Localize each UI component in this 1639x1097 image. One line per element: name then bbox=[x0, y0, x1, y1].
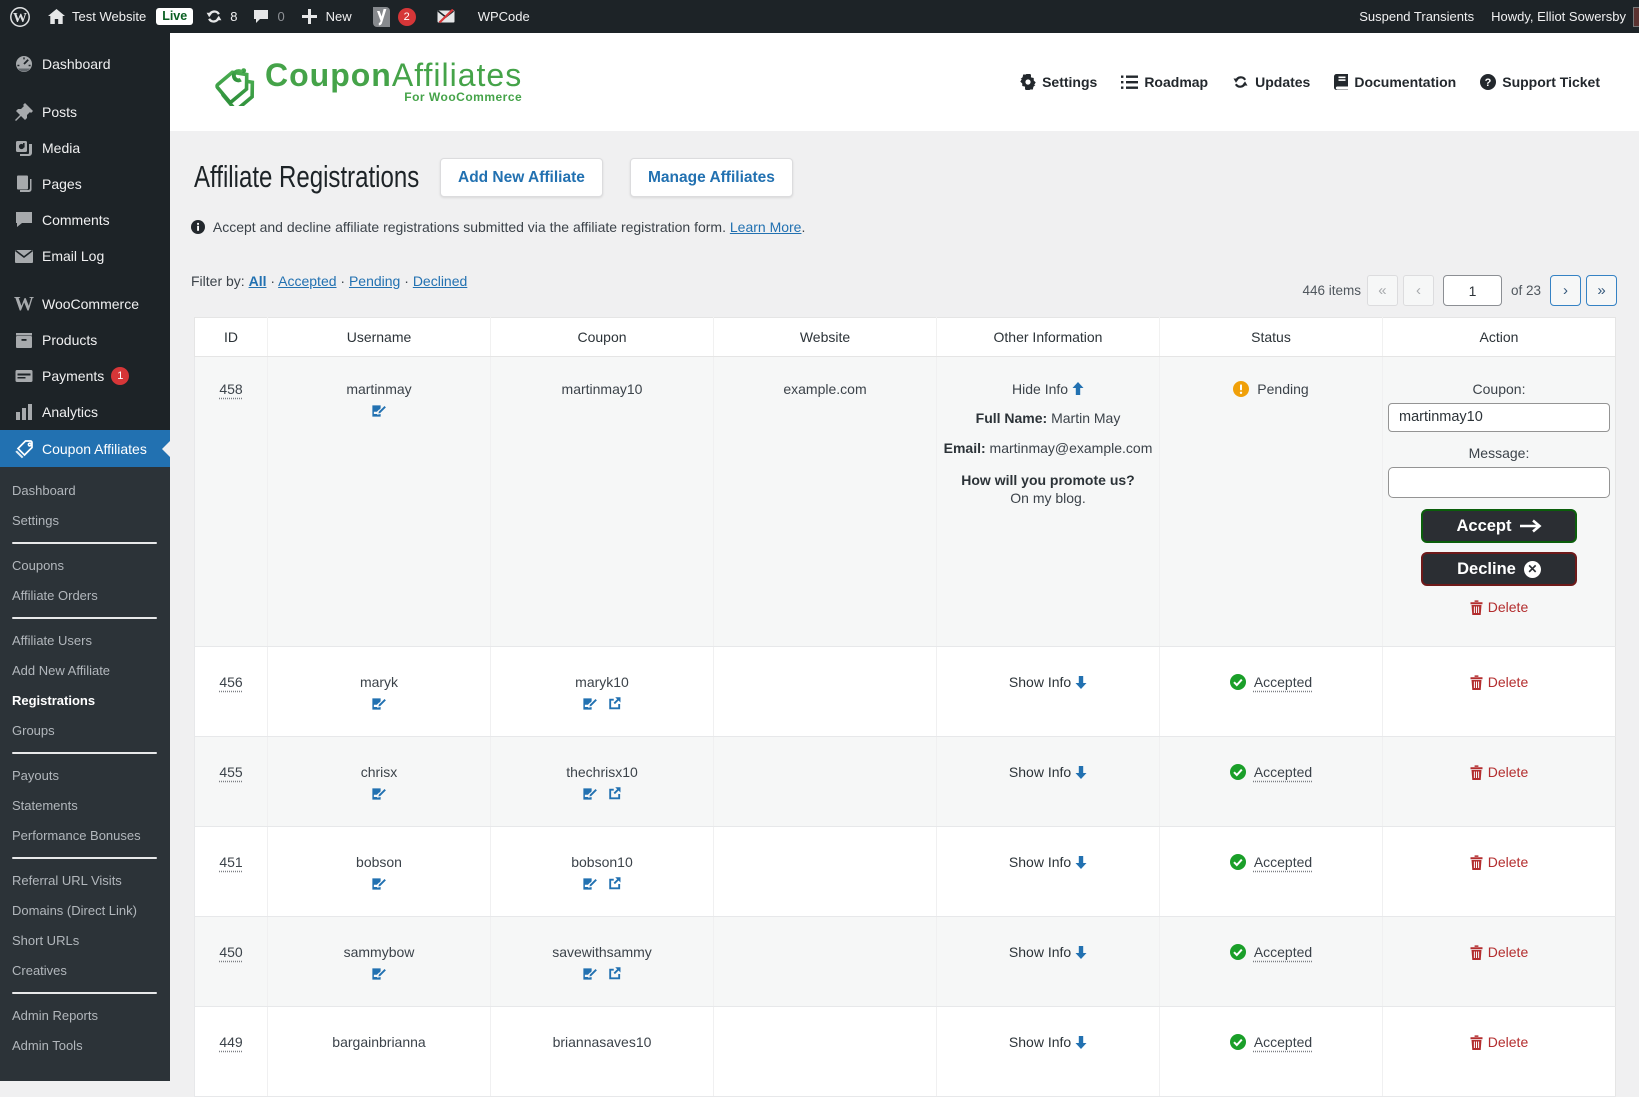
svg-text:W: W bbox=[13, 10, 27, 25]
svg-text:W: W bbox=[14, 294, 34, 314]
svg-text:?: ? bbox=[1485, 77, 1492, 89]
